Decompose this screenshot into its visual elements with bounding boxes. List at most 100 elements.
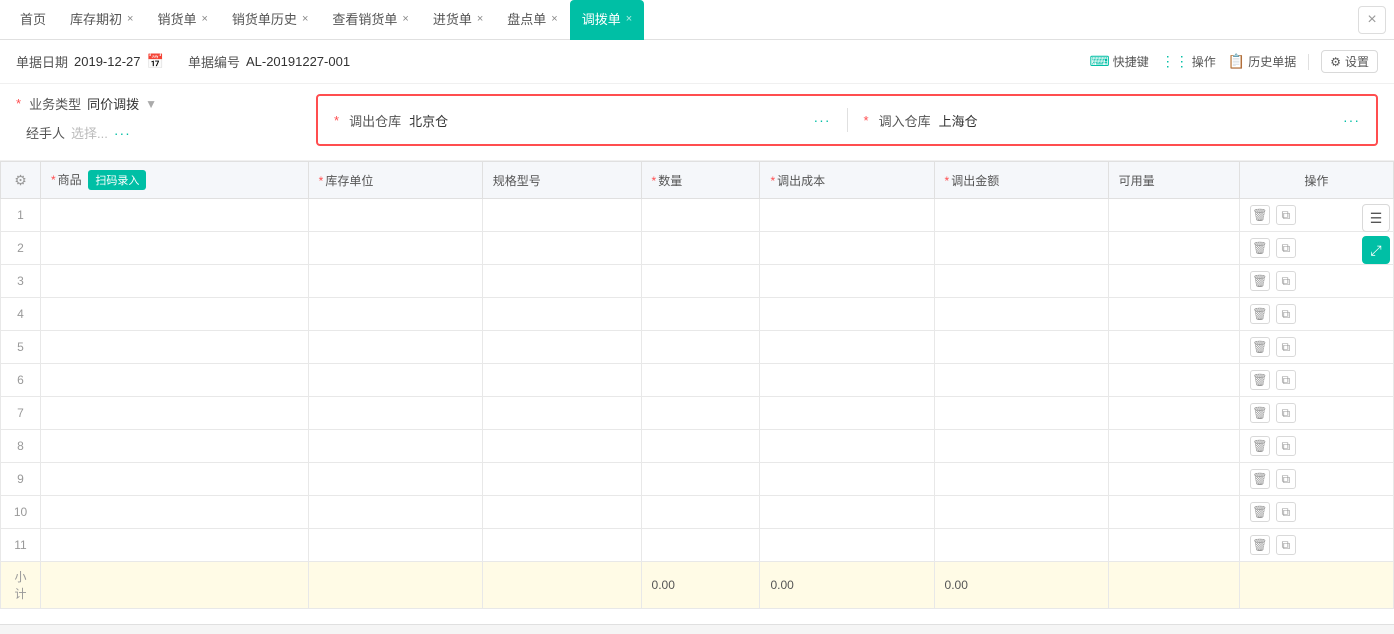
amount-cell-9[interactable] xyxy=(934,463,1108,496)
delete-icon-3[interactable]: 🗑 xyxy=(1250,271,1270,291)
in-warehouse-more-btn[interactable]: ··· xyxy=(1343,112,1360,128)
available-cell-9[interactable] xyxy=(1108,463,1239,496)
available-cell-5[interactable] xyxy=(1108,331,1239,364)
delete-icon-5[interactable]: 🗑 xyxy=(1250,337,1270,357)
calendar-icon[interactable]: 📅 xyxy=(147,53,164,70)
unit-cell-7[interactable] xyxy=(308,397,482,430)
amount-cell-6[interactable] xyxy=(934,364,1108,397)
amount-cell-11[interactable] xyxy=(934,529,1108,562)
tab-close-purchase-order[interactable]: × xyxy=(477,13,483,25)
available-cell-4[interactable] xyxy=(1108,298,1239,331)
spec-cell-7[interactable] xyxy=(482,397,641,430)
tab-inventory-check[interactable]: 盘点单 × xyxy=(495,0,569,40)
cost-cell-6[interactable] xyxy=(760,364,934,397)
window-close-button[interactable]: × xyxy=(1358,6,1386,34)
unit-cell-6[interactable] xyxy=(308,364,482,397)
copy-icon-8[interactable]: ⧉ xyxy=(1276,436,1296,456)
copy-icon-1[interactable]: ⧉ xyxy=(1276,205,1296,225)
product-cell-10[interactable] xyxy=(41,496,309,529)
spec-cell-8[interactable] xyxy=(482,430,641,463)
quantity-cell-10[interactable] xyxy=(641,496,760,529)
quantity-cell-5[interactable] xyxy=(641,331,760,364)
tab-home[interactable]: 首页 xyxy=(8,0,58,40)
spec-cell-1[interactable] xyxy=(482,199,641,232)
tab-close-view-sales[interactable]: × xyxy=(402,13,408,25)
amount-cell-7[interactable] xyxy=(934,397,1108,430)
product-cell-2[interactable] xyxy=(41,232,309,265)
copy-icon-2[interactable]: ⧉ xyxy=(1276,238,1296,258)
copy-icon-7[interactable]: ⧉ xyxy=(1276,403,1296,423)
available-cell-7[interactable] xyxy=(1108,397,1239,430)
business-type-arrow[interactable]: ▼ xyxy=(145,97,157,111)
unit-cell-9[interactable] xyxy=(308,463,482,496)
tab-close-sales-order[interactable]: × xyxy=(201,13,207,25)
unit-cell-8[interactable] xyxy=(308,430,482,463)
tab-inventory-init[interactable]: 库存期初 × xyxy=(58,0,145,40)
copy-icon-9[interactable]: ⧉ xyxy=(1276,469,1296,489)
tab-close-sales-history[interactable]: × xyxy=(302,13,308,25)
tab-view-sales[interactable]: 查看销货单 × xyxy=(320,0,420,40)
spec-cell-9[interactable] xyxy=(482,463,641,496)
amount-cell-10[interactable] xyxy=(934,496,1108,529)
spec-cell-4[interactable] xyxy=(482,298,641,331)
available-cell-10[interactable] xyxy=(1108,496,1239,529)
delete-icon-4[interactable]: 🗑 xyxy=(1250,304,1270,324)
product-cell-7[interactable] xyxy=(41,397,309,430)
delete-icon-9[interactable]: 🗑 xyxy=(1250,469,1270,489)
cost-cell-7[interactable] xyxy=(760,397,934,430)
copy-icon-5[interactable]: ⧉ xyxy=(1276,337,1296,357)
unit-cell-3[interactable] xyxy=(308,265,482,298)
quantity-cell-11[interactable] xyxy=(641,529,760,562)
settings-button[interactable]: ⚙ 设置 xyxy=(1321,50,1378,73)
tab-close-inventory-init[interactable]: × xyxy=(127,13,133,25)
available-cell-8[interactable] xyxy=(1108,430,1239,463)
spec-cell-2[interactable] xyxy=(482,232,641,265)
quantity-cell-9[interactable] xyxy=(641,463,760,496)
amount-cell-2[interactable] xyxy=(934,232,1108,265)
available-cell-11[interactable] xyxy=(1108,529,1239,562)
shortcut-action[interactable]: ⌨ 快捷键 xyxy=(1090,53,1149,70)
spec-cell-10[interactable] xyxy=(482,496,641,529)
amount-cell-3[interactable] xyxy=(934,265,1108,298)
cost-cell-8[interactable] xyxy=(760,430,934,463)
quantity-cell-1[interactable] xyxy=(641,199,760,232)
out-warehouse-more-btn[interactable]: ··· xyxy=(814,112,831,128)
copy-icon-6[interactable]: ⧉ xyxy=(1276,370,1296,390)
operations-action[interactable]: ⋮⋮ 操作 xyxy=(1161,53,1216,70)
handler-more-btn[interactable]: ··· xyxy=(114,125,131,141)
amount-cell-5[interactable] xyxy=(934,331,1108,364)
product-cell-3[interactable] xyxy=(41,265,309,298)
cost-cell-10[interactable] xyxy=(760,496,934,529)
cost-cell-4[interactable] xyxy=(760,298,934,331)
quantity-cell-3[interactable] xyxy=(641,265,760,298)
unit-cell-2[interactable] xyxy=(308,232,482,265)
available-cell-6[interactable] xyxy=(1108,364,1239,397)
table-gear-icon[interactable]: ⚙ xyxy=(14,172,27,188)
unit-cell-11[interactable] xyxy=(308,529,482,562)
cost-cell-1[interactable] xyxy=(760,199,934,232)
amount-cell-8[interactable] xyxy=(934,430,1108,463)
quantity-cell-6[interactable] xyxy=(641,364,760,397)
delete-icon-6[interactable]: 🗑 xyxy=(1250,370,1270,390)
tab-sales-history[interactable]: 销货单历史 × xyxy=(220,0,320,40)
product-cell-6[interactable] xyxy=(41,364,309,397)
quantity-cell-4[interactable] xyxy=(641,298,760,331)
copy-icon-3[interactable]: ⧉ xyxy=(1276,271,1296,291)
list-panel-icon[interactable]: ☰ xyxy=(1362,204,1390,232)
amount-cell-4[interactable] xyxy=(934,298,1108,331)
product-cell-9[interactable] xyxy=(41,463,309,496)
available-cell-3[interactable] xyxy=(1108,265,1239,298)
scan-button[interactable]: 扫码录入 xyxy=(88,170,146,190)
history-action[interactable]: 📋 历史单据 xyxy=(1228,53,1296,70)
product-cell-4[interactable] xyxy=(41,298,309,331)
product-cell-5[interactable] xyxy=(41,331,309,364)
tab-close-inventory-check[interactable]: × xyxy=(551,13,557,25)
unit-cell-4[interactable] xyxy=(308,298,482,331)
available-cell-2[interactable] xyxy=(1108,232,1239,265)
expand-panel-icon[interactable]: ⤢ xyxy=(1362,236,1390,264)
unit-cell-10[interactable] xyxy=(308,496,482,529)
tab-close-transfer-order[interactable]: × xyxy=(626,13,632,25)
tab-sales-order[interactable]: 销货单 × xyxy=(145,0,219,40)
cost-cell-2[interactable] xyxy=(760,232,934,265)
cost-cell-5[interactable] xyxy=(760,331,934,364)
